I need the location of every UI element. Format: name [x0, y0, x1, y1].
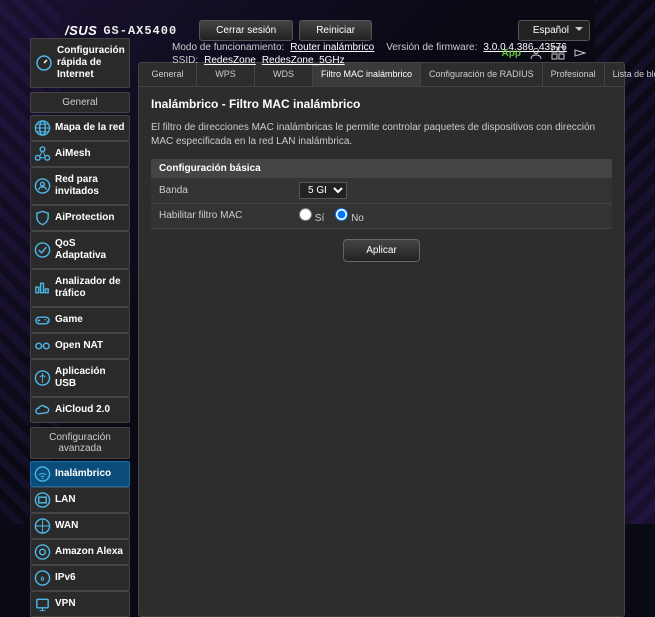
tab-lista-de-bloqueo-de-itinerancia[interactable]: Lista de bloqueo de itinerancia [605, 63, 655, 86]
nav-label: Amazon Alexa [55, 546, 123, 557]
band-label: Banda [159, 185, 299, 196]
page-description: El filtro de direcciones MAC inalámbrica… [151, 121, 612, 149]
fw-label: Versión de firmware: [386, 42, 477, 53]
app-link[interactable]: App [502, 48, 521, 59]
band-select[interactable]: 5 GHz [299, 182, 347, 199]
globe-icon [34, 120, 51, 137]
nav-label: AiMesh [55, 148, 91, 159]
content-panel: GeneralWPSWDSFiltro MAC inalámbricoConfi… [138, 62, 625, 617]
usb-icon [34, 370, 51, 387]
nav-amazon-alexa[interactable]: Amazon Alexa [30, 539, 130, 565]
quick-setup-label: Configuración rápida de Internet [57, 45, 125, 80]
nav-inal-mbrico[interactable]: Inalámbrico [30, 461, 130, 487]
nav-vpn[interactable]: VPN [30, 591, 130, 617]
vpn-icon [34, 596, 51, 613]
nav-lan[interactable]: LAN [30, 487, 130, 513]
share-icon[interactable] [573, 46, 587, 60]
radio-yes-label[interactable]: Sí [299, 213, 324, 224]
quick-setup-button[interactable]: Configuración rápida de Internet [30, 38, 130, 88]
svg-text:6: 6 [41, 576, 45, 583]
nav-label: AiProtection [55, 212, 114, 223]
radio-yes[interactable] [299, 208, 312, 221]
users-icon[interactable] [529, 46, 543, 60]
nav-label: LAN [55, 494, 76, 505]
page-title: Inalámbrico - Filtro MAC inalámbrico [151, 97, 612, 111]
nav-label: Red para invitados [55, 174, 99, 197]
gauge-icon [35, 54, 53, 72]
nav-game[interactable]: Game [30, 307, 130, 333]
nav-label: Mapa de la red [55, 122, 124, 133]
guest-icon [34, 178, 51, 195]
nav-ipv6[interactable]: 6 IPv6 [30, 565, 130, 591]
language-selector[interactable]: Español [518, 20, 590, 41]
nav-qos-adaptativa[interactable]: QoS Adaptativa [30, 231, 130, 269]
qos-icon [34, 242, 51, 259]
config-header: Configuración básica [151, 159, 612, 178]
nav-aplicaci-n-usb[interactable]: Aplicación USB [30, 359, 130, 397]
model-name: GS-AX5400 [103, 24, 177, 38]
grid-icon[interactable] [551, 46, 565, 60]
nav-mapa-de-la-red[interactable]: Mapa de la red [30, 115, 130, 141]
nav-label: Game [55, 314, 83, 325]
nav-aimesh[interactable]: AiMesh [30, 141, 130, 167]
nav-label: QoS Adaptativa [55, 238, 106, 261]
traffic-icon [34, 280, 51, 297]
enable-filter-label: Habilitar filtro MAC [159, 210, 299, 221]
lan-icon [34, 492, 51, 509]
nav-aicloud-2-0[interactable]: AiCloud 2.0 [30, 397, 130, 423]
nav-analizador-de-tr-fico[interactable]: Analizador de tráfico [30, 269, 130, 307]
ipv6-icon: 6 [34, 570, 51, 587]
wan-icon [34, 518, 51, 535]
nav-label: AiCloud 2.0 [55, 404, 110, 415]
nav-label: VPN [55, 598, 76, 609]
yes-text: Sí [315, 213, 324, 224]
nav-label: WAN [55, 520, 78, 531]
shield-icon [34, 210, 51, 227]
nav-red-para-invitados[interactable]: Red para invitados [30, 167, 130, 205]
brand-logo: /SUS [65, 23, 97, 38]
alexa-icon [34, 544, 51, 561]
ssid-label: SSID: [172, 55, 198, 66]
cloud-icon [34, 402, 51, 419]
mode-label: Modo de funcionamiento: [172, 42, 284, 53]
nav-label: Inalámbrico [55, 468, 111, 479]
mesh-icon [34, 146, 51, 163]
nav-label: Analizador de tráfico [55, 276, 121, 299]
nav-label: Aplicación USB [55, 366, 106, 389]
radio-no[interactable] [335, 208, 348, 221]
mode-link[interactable]: Router inalámbrico [290, 42, 374, 53]
wifi-icon [34, 466, 51, 483]
logout-button[interactable]: Cerrar sesión [199, 20, 293, 41]
nav-aiprotection[interactable]: AiProtection [30, 205, 130, 231]
ssid1-link[interactable]: RedesZone [204, 55, 256, 66]
nat-icon [34, 338, 51, 355]
apply-button[interactable]: Aplicar [343, 239, 420, 262]
sidebar: Configuración rápida de Internet General… [30, 38, 130, 617]
ssid2-link[interactable]: RedesZone_5GHz [262, 55, 345, 66]
advanced-section-label: Configuración avanzada [30, 427, 130, 459]
reboot-button[interactable]: Reiniciar [299, 20, 372, 41]
general-section-label: General [30, 92, 130, 113]
nav-open-nat[interactable]: Open NAT [30, 333, 130, 359]
nav-label: IPv6 [55, 572, 76, 583]
no-text: No [351, 213, 364, 224]
radio-no-label[interactable]: No [335, 213, 364, 224]
game-icon [34, 312, 51, 329]
nav-label: Open NAT [55, 340, 103, 351]
nav-wan[interactable]: WAN [30, 513, 130, 539]
